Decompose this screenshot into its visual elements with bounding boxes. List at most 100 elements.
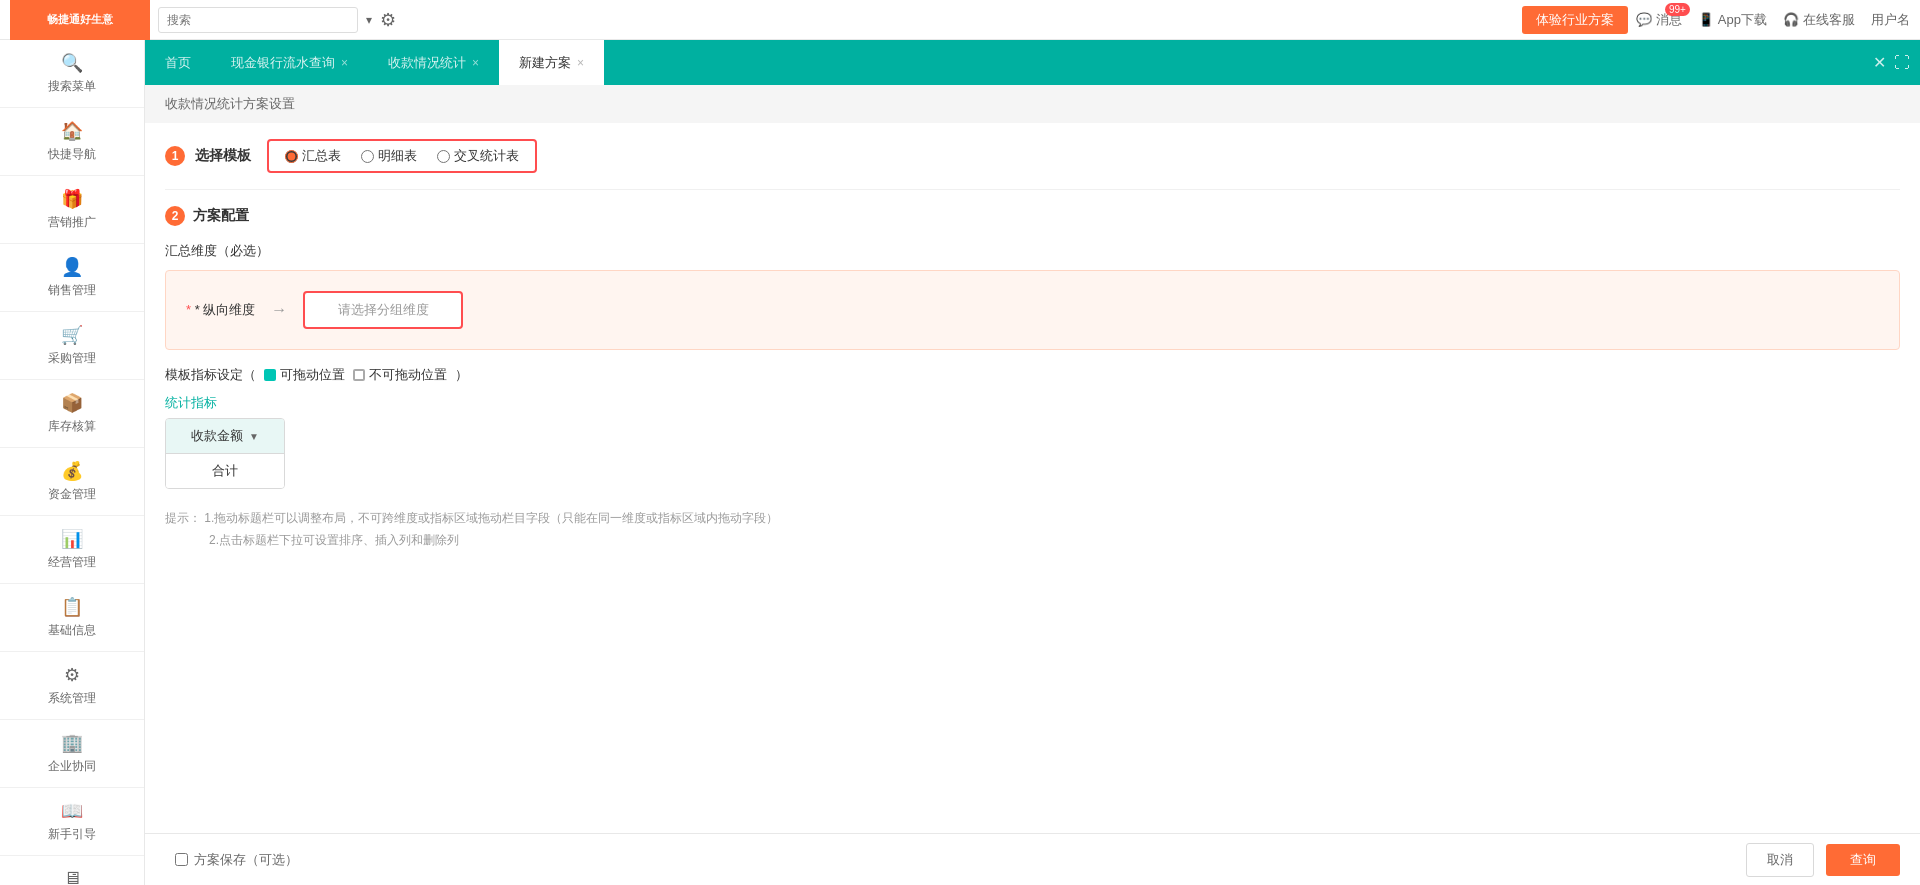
save-checkbox-text: 方案保存（可选）	[194, 851, 298, 869]
indicator-dropdown-icon[interactable]: ▼	[249, 431, 259, 442]
save-checkbox[interactable]	[175, 853, 188, 866]
trial-button[interactable]: 体验行业方案	[1522, 6, 1628, 34]
tab-new-plan-close[interactable]: ×	[577, 56, 584, 70]
cart-icon: 🛒	[61, 324, 83, 346]
dimension-row: * * 纵向维度 → 请选择分组维度	[186, 291, 1879, 329]
query-button[interactable]: 查询	[1826, 844, 1900, 876]
draggable-label: 可拖动位置	[280, 366, 345, 384]
non-draggable-badge	[353, 369, 365, 381]
tab-cashflow-close[interactable]: ×	[341, 56, 348, 70]
service-label: 在线客服	[1803, 11, 1855, 29]
tabbar-end: ✕ ⛶	[1873, 53, 1920, 72]
vertical-dimension-label: * * 纵向维度	[186, 301, 255, 319]
sidebar-item-finance[interactable]: 💰 资金管理	[0, 448, 144, 516]
sidebar-item-inventory-label: 库存核算	[48, 418, 96, 435]
topbar-actions: 💬 消息 99+ 📱 App下载 🎧 在线客服 用户名	[1636, 11, 1910, 29]
service-area[interactable]: 🎧 在线客服	[1783, 11, 1855, 29]
tab-cashflow-label: 现金银行流水查询	[231, 54, 335, 72]
radio-mingxi[interactable]: 明细表	[361, 147, 417, 165]
sidebar-item-management-label: 经营管理	[48, 554, 96, 571]
page-content: 收款情况统计方案设置 1 选择模板 汇总表	[145, 85, 1920, 833]
indicator-section-title: 统计指标	[165, 394, 1900, 412]
dimension-select[interactable]: 请选择分组维度	[303, 291, 463, 329]
notification-badge: 99+	[1665, 3, 1690, 16]
sidebar-item-purchase-label: 采购管理	[48, 350, 96, 367]
chart-icon: 📊	[61, 528, 83, 550]
tip-2: 2.点击标题栏下拉可设置排序、插入列和删除列	[165, 530, 1900, 552]
gear-icon[interactable]: ⚙	[380, 9, 396, 31]
breadcrumb-text: 收款情况统计方案设置	[165, 96, 295, 111]
sidebar-item-purchase[interactable]: 🛒 采购管理	[0, 312, 144, 380]
maximize-icon[interactable]: ⛶	[1894, 54, 1910, 72]
draggable-badge	[264, 369, 276, 381]
sidebar-item-basic-label: 基础信息	[48, 622, 96, 639]
sidebar-item-basic[interactable]: 📋 基础信息	[0, 584, 144, 652]
tab-collection[interactable]: 收款情况统计 ×	[368, 40, 499, 85]
sidebar-item-search[interactable]: 🔍 搜索菜单	[0, 40, 144, 108]
building-icon: 🏢	[61, 732, 83, 754]
non-draggable-label: 不可拖动位置	[369, 366, 447, 384]
sidebar-item-nav-label: 快捷导航	[48, 146, 96, 163]
tabbar: 首页 现金银行流水查询 × 收款情况统计 × 新建方案 × ✕ ⛶	[145, 40, 1920, 85]
indicator-table: 收款金额 ▼ 合计	[165, 418, 285, 489]
step2-header: 2 方案配置	[165, 206, 1900, 226]
radio-jiaocha[interactable]: 交叉统计表	[437, 147, 519, 165]
bottom-bar: 方案保存（可选） 取消 查询	[145, 833, 1920, 885]
tab-new-plan-label: 新建方案	[519, 54, 571, 72]
download-icon: 📱	[1698, 12, 1714, 27]
sidebar-item-marketing[interactable]: 🎁 营销推广	[0, 176, 144, 244]
tip-1: 提示： 1.拖动标题栏可以调整布局，不可跨维度或指标区域拖动栏目字段（只能在同一…	[165, 508, 1900, 530]
topbar: 畅捷通好生意 ▾ ⚙ 体验行业方案 💬 消息 99+ 📱 App下载 🎧 在线客…	[0, 0, 1920, 40]
download-label: App下载	[1718, 11, 1767, 29]
message-icon: 💬	[1636, 12, 1652, 27]
book-icon: 📖	[61, 800, 83, 822]
sidebar-item-finance-label: 资金管理	[48, 486, 96, 503]
sidebar-item-enterprise-label: 企业协同	[48, 758, 96, 775]
search-dropdown-icon[interactable]: ▾	[366, 13, 372, 27]
tab-home-label: 首页	[165, 54, 191, 72]
radio-huizong[interactable]: 汇总表	[285, 147, 341, 165]
indicator-col-header-text: 收款金额	[191, 427, 243, 445]
notification-icon[interactable]: 💬 消息 99+	[1636, 11, 1682, 29]
sidebar-item-sales[interactable]: 👤 销售管理	[0, 244, 144, 312]
user-name[interactable]: 用户名	[1871, 11, 1910, 29]
divider1	[165, 189, 1900, 190]
service-icon: 🎧	[1783, 12, 1799, 27]
close-window-icon[interactable]: ✕	[1873, 53, 1886, 72]
indicator-table-cell: 合计	[166, 454, 284, 488]
monitor-icon: 🖥	[63, 868, 81, 885]
cancel-button[interactable]: 取消	[1746, 843, 1814, 877]
sidebar-item-guide[interactable]: 📖 新手引导	[0, 788, 144, 856]
sidebar-item-marketing-label: 营销推广	[48, 214, 96, 231]
sidebar-item-inventory[interactable]: 📦 库存核算	[0, 380, 144, 448]
step1-number: 1	[165, 146, 185, 166]
indicator-section: 模板指标设定（ 可拖动位置 不可拖动位置 ）	[165, 366, 1900, 492]
tab-new-plan[interactable]: 新建方案 ×	[499, 40, 604, 85]
step2-title: 方案配置	[193, 207, 249, 225]
sidebar-item-enterprise[interactable]: 🏢 企业协同	[0, 720, 144, 788]
breadcrumb: 收款情况统计方案设置	[145, 85, 1920, 123]
dimension-area: * * 纵向维度 → 请选择分组维度	[165, 270, 1900, 350]
download-area[interactable]: 📱 App下载	[1698, 11, 1767, 29]
sidebar-item-management[interactable]: 📊 经营管理	[0, 516, 144, 584]
step1-title: 选择模板	[195, 147, 251, 165]
sidebar-item-search-label: 搜索菜单	[48, 78, 96, 95]
config-section: 汇总维度（必选） * * 纵向维度 → 请选择分组维度	[165, 242, 1900, 350]
sidebar-item-nav[interactable]: 🏠 快捷导航	[0, 108, 144, 176]
logo-text: 畅捷通好生意	[47, 12, 113, 27]
sidebar-item-system[interactable]: ⚙ 系统管理	[0, 652, 144, 720]
tab-home[interactable]: 首页	[145, 40, 211, 85]
sidebar-item-hardware[interactable]: 🖥 智能硬件	[0, 856, 144, 885]
save-checkbox-label[interactable]: 方案保存（可选）	[175, 851, 298, 869]
sidebar: 🔍 搜索菜单 🏠 快捷导航 🎁 营销推广 👤 销售管理 🛒 采购管理 📦 库存核…	[0, 40, 145, 885]
sidebar-item-guide-label: 新手引导	[48, 826, 96, 843]
tips-section: 提示： 1.拖动标题栏可以调整布局，不可跨维度或指标区域拖动栏目字段（只能在同一…	[165, 508, 1900, 551]
tab-collection-close[interactable]: ×	[472, 56, 479, 70]
list-icon: 📋	[61, 596, 83, 618]
app-logo: 畅捷通好生意	[10, 0, 150, 40]
search-input[interactable]	[158, 7, 358, 33]
home-icon: 🏠	[61, 120, 83, 142]
tab-cashflow[interactable]: 现金银行流水查询 ×	[211, 40, 368, 85]
indicator-table-header[interactable]: 收款金额 ▼	[166, 419, 284, 454]
gift-icon: 🎁	[61, 188, 83, 210]
